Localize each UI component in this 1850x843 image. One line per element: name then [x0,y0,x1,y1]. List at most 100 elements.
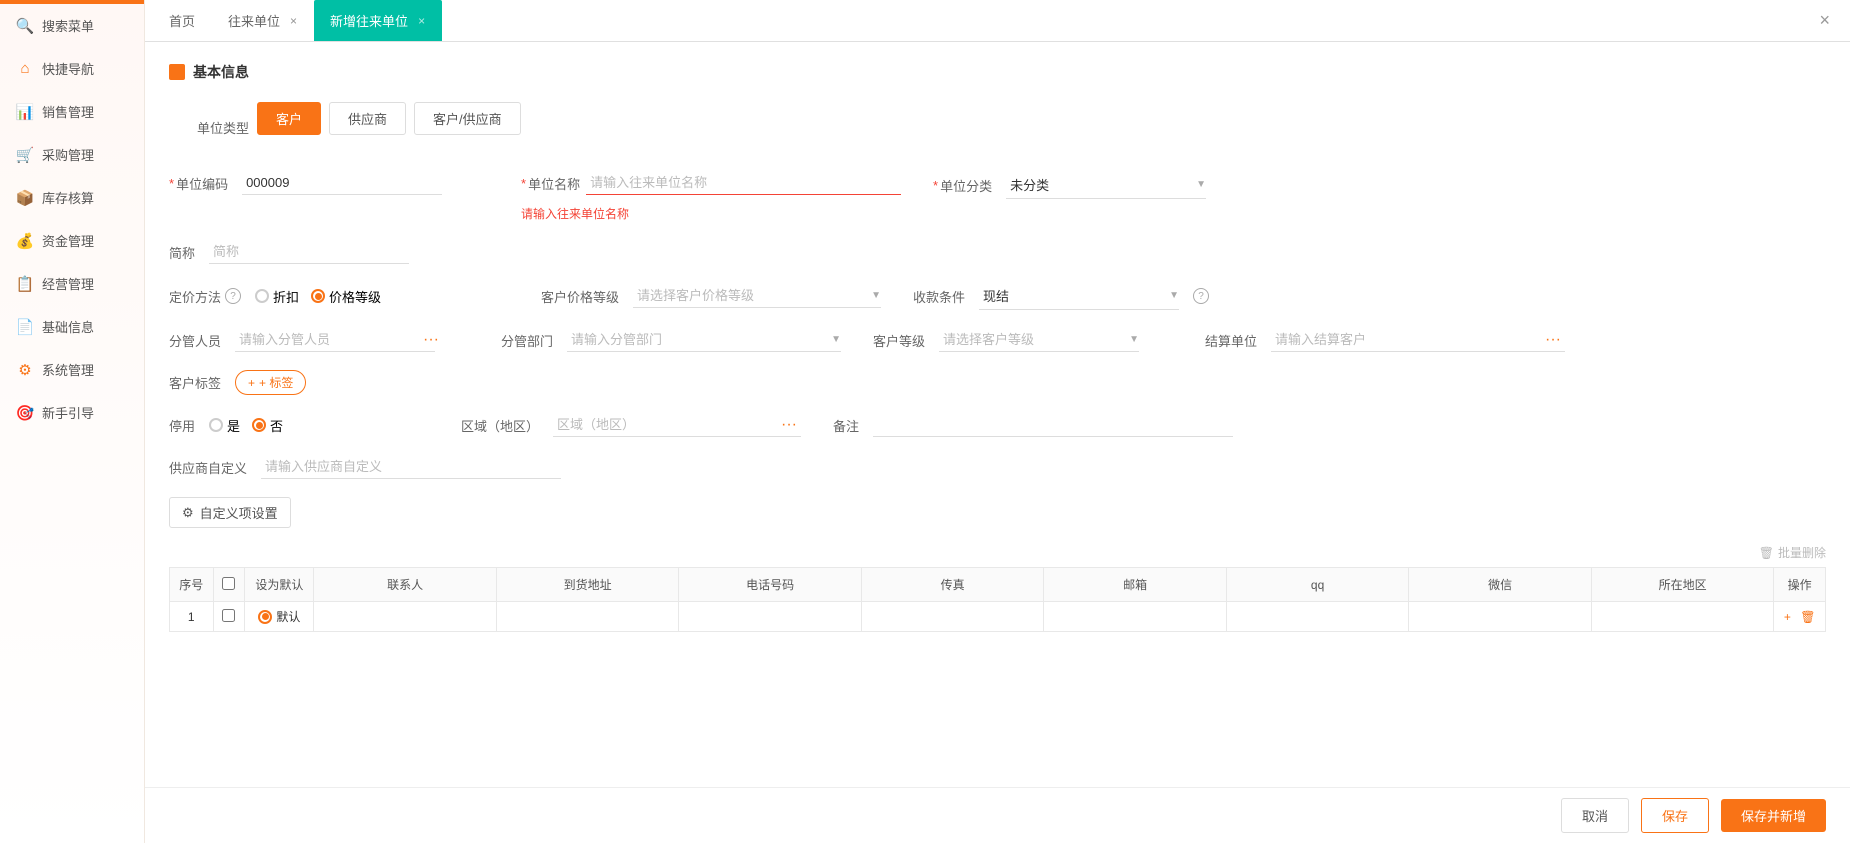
batch-delete-btn[interactable]: 🗑 批量删除 [1759,544,1826,561]
save-button[interactable]: 保存 [1641,798,1709,833]
sidebar-item-search[interactable]: 🔍 搜索菜单 [0,4,144,47]
qq-input[interactable] [1235,610,1401,624]
sidebar-item-basic-info[interactable]: 📄 基础信息 [0,305,144,348]
row-checkbox[interactable] [222,609,235,622]
tab-partners[interactable]: 往来单位 × [212,0,314,41]
remarks-label: 备注 [833,416,859,435]
sidebar-item-finance[interactable]: 💰 资金管理 [0,219,144,262]
row-location[interactable] [1591,602,1774,632]
discount-radio[interactable] [255,289,269,303]
row-email[interactable] [1044,602,1227,632]
tab-partners-close[interactable]: × [290,14,297,28]
manager-input-wrap: ··· [235,328,435,352]
disabled-yes-option[interactable]: 是 [209,416,240,435]
disabled-label: 停用 [169,416,195,435]
pricing-info-icon[interactable]: ? [225,288,241,304]
pricing-level-option[interactable]: 价格等级 [311,287,381,306]
disabled-no-radio[interactable] [252,418,266,432]
disabled-yes-radio[interactable] [209,418,223,432]
row-default-radio[interactable]: 默认 [253,608,305,625]
sidebar-item-guide[interactable]: 🎯 新手引导 [0,391,144,434]
wechat-input[interactable] [1417,610,1583,624]
address-input[interactable] [505,610,671,624]
unit-code-input[interactable] [242,171,442,195]
pricing-method-label: 定价方法 [169,287,221,306]
email-input[interactable] [1052,610,1218,624]
region-input[interactable] [553,413,777,436]
sidebar-item-inventory[interactable]: 📦 库存核算 [0,176,144,219]
row-phone[interactable] [679,602,862,632]
abbreviation-input[interactable] [209,240,409,264]
search-icon: 🔍 [16,17,34,35]
region-ellipsis-btn[interactable]: ··· [777,416,801,434]
col-checkbox[interactable] [213,568,245,602]
contact-input[interactable] [322,610,488,624]
unit-name-input[interactable] [586,171,901,195]
unit-cat-select-wrap[interactable]: 未分类 ▼ [1006,171,1206,199]
row-supplier-custom: 供应商自定义 [169,455,1826,479]
settlement-input-wrap: ··· [1271,328,1565,352]
close-all-tabs[interactable]: × [1807,10,1842,31]
tab-new-partner-close[interactable]: × [418,14,425,28]
fax-input[interactable] [870,610,1036,624]
finance-icon: 💰 [16,232,34,250]
trash-icon: 🗑 [1759,546,1774,560]
location-input[interactable] [1600,610,1766,624]
row-qq[interactable] [1226,602,1409,632]
unit-type-both-btn[interactable]: 客户/供应商 [414,102,521,135]
row-fax[interactable] [861,602,1044,632]
field-remarks: 备注 [833,413,1233,437]
cancel-button[interactable]: 取消 [1561,798,1629,833]
sidebar-item-purchase[interactable]: 🛒 采购管理 [0,133,144,176]
unit-type-buttons: 客户 供应商 客户/供应商 [257,102,521,135]
pricing-discount-option[interactable]: 折扣 [255,287,299,306]
inventory-icon: 📦 [16,189,34,207]
customer-level-input[interactable] [939,328,1127,351]
price-level-radio[interactable] [311,289,325,303]
phone-input[interactable] [687,610,853,624]
disabled-no-option[interactable]: 否 [252,416,283,435]
row-delete-btn[interactable]: 🗑 [1800,610,1815,624]
field-customer-level: 客户等级 ▼ [873,328,1173,352]
add-tag-btn[interactable]: + + 标签 [235,370,306,395]
tab-new-partner[interactable]: 新增往来单位 × [314,0,442,41]
sidebar-item-system[interactable]: ⚙ 系统管理 [0,348,144,391]
sidebar-item-sales[interactable]: 📊 销售管理 [0,90,144,133]
manager-input[interactable] [235,328,419,351]
settlement-unit-input[interactable] [1271,328,1541,351]
required-star-name: * [521,176,526,191]
department-select[interactable]: ▼ [567,328,841,352]
row-wechat[interactable] [1409,602,1592,632]
chevron-down-payment: ▼ [1169,290,1179,301]
sidebar-item-operations[interactable]: 📋 经营管理 [0,262,144,305]
unit-type-customer-btn[interactable]: 客户 [257,102,321,135]
unit-type-supplier-btn[interactable]: 供应商 [329,102,406,135]
tab-home[interactable]: 首页 [153,0,212,41]
select-all-checkbox[interactable] [222,577,235,590]
custom-settings-btn[interactable]: ⚙ 自定义项设置 [169,497,291,528]
customer-level-label: 客户等级 [873,331,925,350]
payment-info-icon[interactable]: ? [1193,288,1209,304]
remarks-input[interactable] [873,413,1233,437]
row-contact[interactable] [314,602,497,632]
guide-icon: 🎯 [16,404,34,422]
settlement-ellipsis-btn[interactable]: ··· [1541,331,1565,349]
row-address[interactable] [496,602,679,632]
row-add-btn[interactable]: + [1784,610,1791,624]
department-input[interactable] [567,328,829,351]
manager-ellipsis-btn[interactable]: ··· [419,331,443,349]
payment-terms-select[interactable]: 现结 ▼ [979,282,1179,310]
sidebar-item-quick-nav[interactable]: ⌂ 快捷导航 [0,47,144,90]
customer-price-level-select[interactable]: ▼ [633,284,881,308]
default-radio-circle[interactable] [258,610,272,624]
required-star: * [169,176,174,191]
row-checkbox-cell[interactable] [213,602,245,632]
customer-level-select[interactable]: ▼ [939,328,1139,352]
field-customer-tag: 客户标签 + + 标签 [169,370,1826,395]
supplier-custom-input[interactable] [261,455,561,479]
unit-type-row: 单位类型 客户 供应商 客户/供应商 [169,102,1826,153]
customer-price-level-input[interactable] [633,284,869,307]
col-wechat: 微信 [1409,568,1592,602]
disabled-no-label: 否 [270,416,283,435]
save-and-new-button[interactable]: 保存并新增 [1721,799,1826,832]
